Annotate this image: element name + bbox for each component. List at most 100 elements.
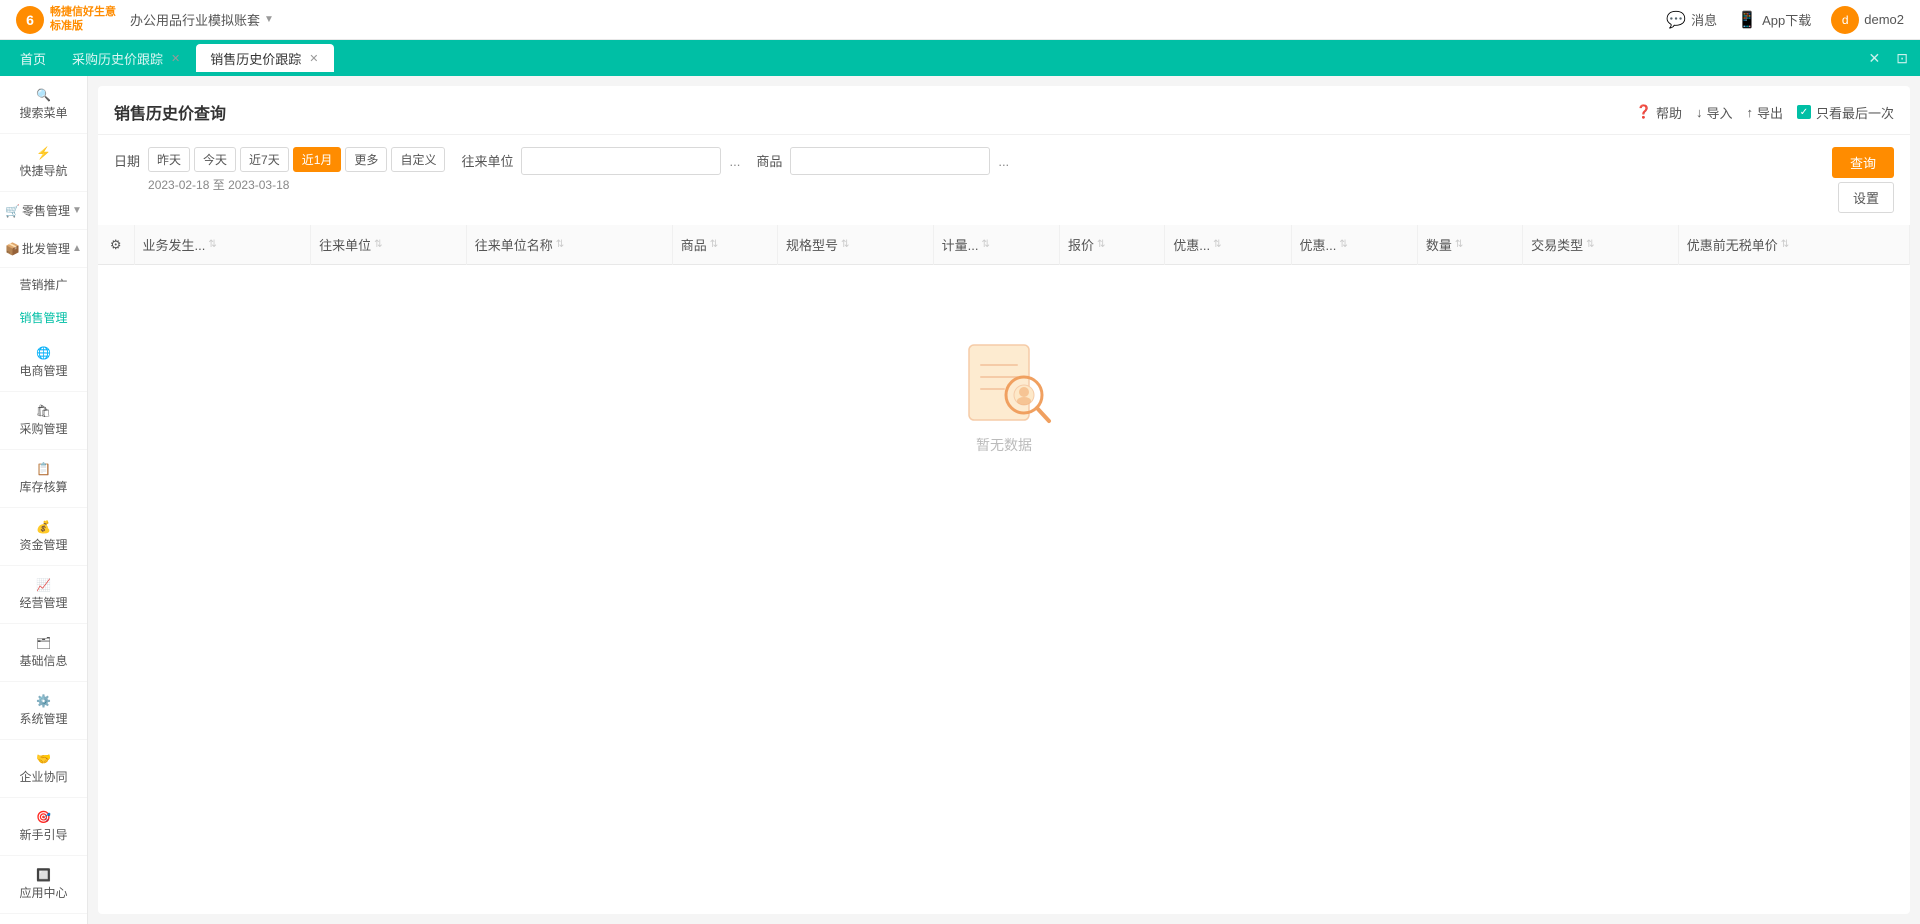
sidebar-item-ecommerce[interactable]: 🌐 电商管理 [0,334,87,392]
date-btn-last7[interactable]: 近7天 [240,147,289,172]
sidebar-item-guide[interactable]: 🎯 新手引导 [0,798,87,856]
sidebar-item-shortcuts[interactable]: ⚡ 快捷导航 [0,134,87,192]
close-window-icon[interactable]: ✕ [1865,48,1885,69]
col-quote[interactable]: 报价 ⇅ [1059,225,1164,265]
goods-filter-group: 商品 ... [756,147,1009,175]
page-header: 销售历史价查询 ❓ 帮助 ↓ 导入 ↑ 导出 ✓ [98,86,1910,135]
import-button[interactable]: ↓ 导入 [1696,103,1733,122]
sidebar-item-inventory[interactable]: 📋 库存核算 [0,450,87,508]
col-quantity[interactable]: 数量 ⇅ [1417,225,1522,265]
empty-illustration [949,325,1059,435]
goods-input[interactable] [790,147,990,175]
sort-icon: ⇅ [374,239,382,250]
chevron-down-icon: ▼ [72,205,82,216]
col-biz-date[interactable]: 业务发生... ⇅ [134,225,311,265]
tab-bar: 首页 采购历史价跟踪 ✕ 销售历史价跟踪 ✕ ✕ ⊡ [0,40,1920,76]
sidebar-item-app-center[interactable]: 🔲 应用中心 [0,856,87,914]
col-spec[interactable]: 规格型号 ⇅ [778,225,934,265]
chevron-up-icon: ▲ [72,243,82,254]
user-area[interactable]: d demo2 [1831,6,1904,34]
tab-home[interactable]: 首页 [8,44,58,72]
phone-icon: 📱 [1737,10,1757,30]
message-label: 消息 [1691,10,1717,29]
tab-sales-history[interactable]: 销售历史价跟踪 ✕ [196,44,334,72]
tab-close-purchase[interactable]: ✕ [169,51,182,66]
partner-dots[interactable]: ... [729,154,740,169]
sort-icon: ⇅ [1586,239,1594,250]
inventory-icon: 📋 [36,462,51,476]
message-action[interactable]: 💬 消息 [1666,10,1717,30]
enterprise-icon: 🤝 [36,752,51,766]
col-goods[interactable]: 商品 ⇅ [672,225,777,265]
col-unit[interactable]: 计量... ⇅ [933,225,1059,265]
wholesale-icon: 📦 [5,242,20,256]
help-button[interactable]: ❓ 帮助 [1636,103,1682,122]
partner-input[interactable] [521,147,721,175]
date-btn-custom[interactable]: 自定义 [391,147,445,172]
ecommerce-icon: 🌐 [36,346,51,360]
purchase-icon: 🛍 [36,404,51,418]
col-discount2[interactable]: 优惠... ⇅ [1291,225,1417,265]
query-button[interactable]: 查询 [1832,147,1894,178]
col-partner-name[interactable]: 往来单位名称 ⇅ [466,225,672,265]
goods-dots[interactable]: ... [998,154,1009,169]
sidebar: 🔍 搜索菜单 ⚡ 快捷导航 🛒 零售管理 ▼ 📦 批发管理 ▲ 营销推广 销售管… [0,76,88,924]
date-range-text: 2023-02-18 至 2023-03-18 [148,176,445,193]
app-download-action[interactable]: 📱 App下载 [1737,10,1811,30]
sidebar-item-search[interactable]: 🔍 搜索菜单 [0,76,87,134]
date-btn-yesterday[interactable]: 昨天 [148,147,190,172]
logo-text: 畅捷信好生意 标准版 [50,6,116,32]
tab-purchase-history[interactable]: 采购历史价跟踪 ✕ [58,44,196,72]
sort-icon: ⇅ [1213,239,1221,250]
col-partner-code[interactable]: 往来单位 ⇅ [311,225,467,265]
tab-bar-controls: ✕ ⊡ [1865,48,1912,69]
col-gear[interactable]: ⚙ [98,225,134,265]
partner-label: 往来单位 [461,147,513,170]
app-selector[interactable]: 办公用品行业模拟账套 ▼ [124,8,280,31]
content-area: 销售历史价查询 ❓ 帮助 ↓ 导入 ↑ 导出 ✓ [88,76,1920,924]
date-btn-today[interactable]: 今天 [194,147,236,172]
sidebar-item-marketing[interactable]: 营销推广 [0,268,87,301]
chevron-down-icon: ▼ [264,14,274,25]
sort-icon: ⇅ [982,239,990,250]
col-trade-type[interactable]: 交易类型 ⇅ [1523,225,1679,265]
export-button[interactable]: ↑ 导出 [1746,103,1783,122]
sort-icon: ⇅ [1781,239,1789,250]
sidebar-item-sales-mgmt[interactable]: 销售管理 [0,301,87,334]
shortcuts-icon: ⚡ [36,146,51,160]
search-icon: 🔍 [36,88,51,102]
logo-icon: 6 [16,6,44,34]
sidebar-item-system[interactable]: ⚙️ 系统管理 [0,682,87,740]
header-left: 6 畅捷信好生意 标准版 办公用品行业模拟账套 ▼ [16,6,280,34]
settings-button[interactable]: 设置 [1838,182,1894,213]
only-last-checkbox-area[interactable]: ✓ 只看最后一次 [1797,103,1894,122]
sidebar-item-wechat[interactable]: 💬 企业微信 [0,914,87,924]
system-icon: ⚙️ [36,694,51,708]
sidebar-item-finance[interactable]: 💰 资金管理 [0,508,87,566]
sidebar-item-purchase[interactable]: 🛍 采购管理 [0,392,87,450]
date-filter-content: 昨天 今天 近7天 近1月 更多 自定义 2023-02-18 至 2023-0… [148,147,445,193]
sidebar-item-operations[interactable]: 📈 经营管理 [0,566,87,624]
table-header-row: ⚙ 业务发生... ⇅ 往来单位 [98,225,1910,265]
export-icon: ↑ [1746,105,1753,120]
sidebar-item-retail[interactable]: 🛒 零售管理 ▼ [0,192,87,230]
col-pre-tax-price[interactable]: 优惠前无税单价 ⇅ [1678,225,1909,265]
sidebar-item-wholesale[interactable]: 📦 批发管理 ▲ [0,230,87,268]
tab-close-sales[interactable]: ✕ [307,51,320,66]
page-card: 销售历史价查询 ❓ 帮助 ↓ 导入 ↑ 导出 ✓ [98,86,1910,914]
operations-icon: 📈 [36,578,51,592]
date-btn-more[interactable]: 更多 [345,147,387,172]
sort-icon: ⇅ [841,239,849,250]
help-icon: ❓ [1636,104,1652,120]
checkbox-checked-icon: ✓ [1797,105,1811,119]
app-download-label: App下载 [1762,10,1811,29]
sidebar-item-basic-info[interactable]: 🗂 基础信息 [0,624,87,682]
logo-area: 6 畅捷信好生意 标准版 [16,6,116,34]
sidebar-item-enterprise[interactable]: 🤝 企业协同 [0,740,87,798]
gear-icon: ⚙ [110,237,122,252]
sort-icon: ⇅ [1455,239,1463,250]
data-table: ⚙ 业务发生... ⇅ 往来单位 [98,225,1910,265]
date-btn-last1m[interactable]: 近1月 [293,147,342,172]
maximize-icon[interactable]: ⊡ [1892,48,1912,69]
col-discount1[interactable]: 优惠... ⇅ [1165,225,1291,265]
